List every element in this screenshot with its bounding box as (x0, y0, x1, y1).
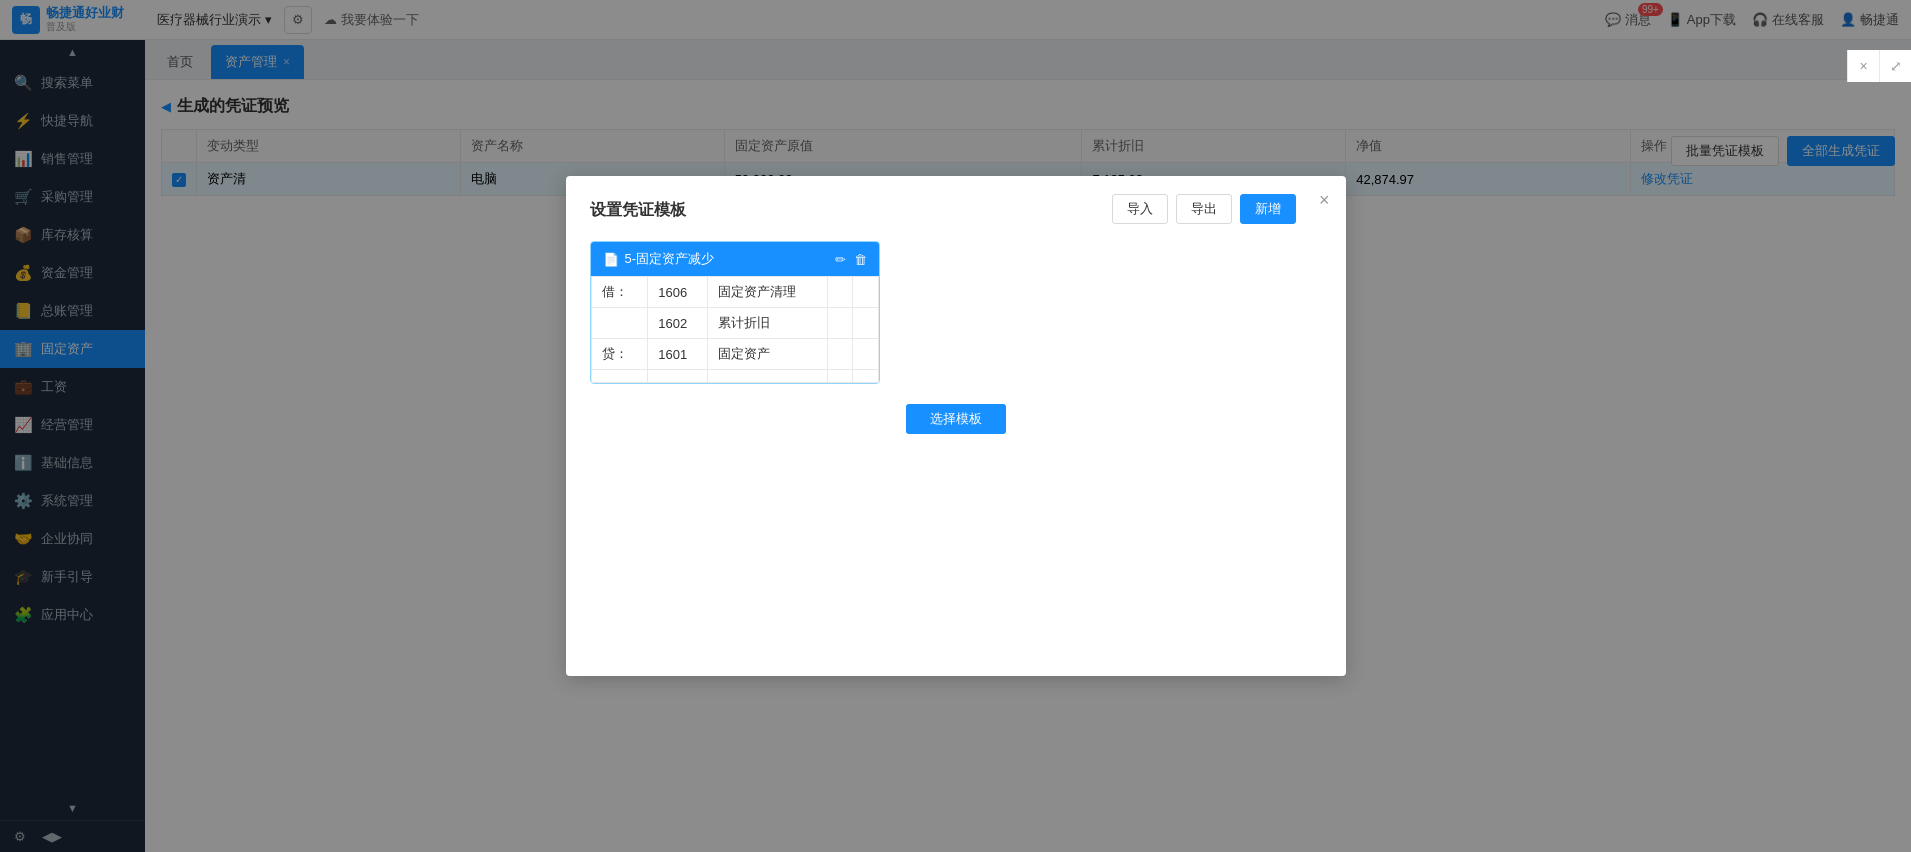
template-row: 借： 1606 固定资产清理 (591, 277, 878, 308)
dialog-close-button[interactable]: × (1319, 190, 1330, 211)
entry-code-empty (648, 370, 708, 383)
entry-credit (853, 308, 878, 339)
new-button[interactable]: 新增 (1240, 194, 1296, 224)
template-card-actions: ✏ 🗑 (835, 252, 867, 267)
template-name: 5-固定资产减少 (625, 250, 715, 268)
entry-direction (591, 308, 648, 339)
entry-direction: 借： (591, 277, 648, 308)
entry-direction-empty (591, 370, 648, 383)
modal-overlay: 设置凭证模板 导入 导出 新增 × 📄 5-固定资产减少 ✏ 🗑 借： (0, 0, 1911, 852)
entry-subject: 累计折旧 (708, 308, 827, 339)
window-close-button[interactable]: × (1847, 50, 1879, 82)
entry-subject: 固定资产清理 (708, 277, 827, 308)
entry-code: 1606 (648, 277, 708, 308)
template-row-empty (591, 370, 878, 383)
dialog-toolbar: 导入 导出 新增 (1112, 194, 1296, 224)
entry-credit (853, 339, 878, 370)
template-row: 1602 累计折旧 (591, 308, 878, 339)
entry-credit-empty (853, 370, 878, 383)
template-row: 贷： 1601 固定资产 (591, 339, 878, 370)
template-doc-icon: 📄 (603, 252, 619, 267)
entry-subject: 固定资产 (708, 339, 827, 370)
entry-credit (853, 277, 878, 308)
entry-debit (827, 308, 852, 339)
entry-direction: 贷： (591, 339, 648, 370)
entry-code: 1602 (648, 308, 708, 339)
entry-debit (827, 339, 852, 370)
template-card: 📄 5-固定资产减少 ✏ 🗑 借： 1606 固定资产清理 (590, 241, 880, 384)
entry-debit (827, 277, 852, 308)
dialog-set-template: 设置凭证模板 导入 导出 新增 × 📄 5-固定资产减少 ✏ 🗑 借： (566, 176, 1346, 676)
entry-subject-empty (708, 370, 827, 383)
window-expand-button[interactable]: ⤢ (1879, 50, 1911, 82)
entry-code: 1601 (648, 339, 708, 370)
template-edit-icon[interactable]: ✏ (835, 252, 846, 267)
template-table: 借： 1606 固定资产清理 1602 累计折旧 贷： (591, 276, 879, 383)
export-button[interactable]: 导出 (1176, 194, 1232, 224)
template-delete-icon[interactable]: 🗑 (854, 252, 867, 267)
import-button[interactable]: 导入 (1112, 194, 1168, 224)
entry-debit-empty (827, 370, 852, 383)
template-card-header: 📄 5-固定资产减少 ✏ 🗑 (591, 242, 879, 276)
select-template-button[interactable]: 选择模板 (906, 404, 1006, 434)
window-controls: × ⤢ (1847, 50, 1911, 82)
